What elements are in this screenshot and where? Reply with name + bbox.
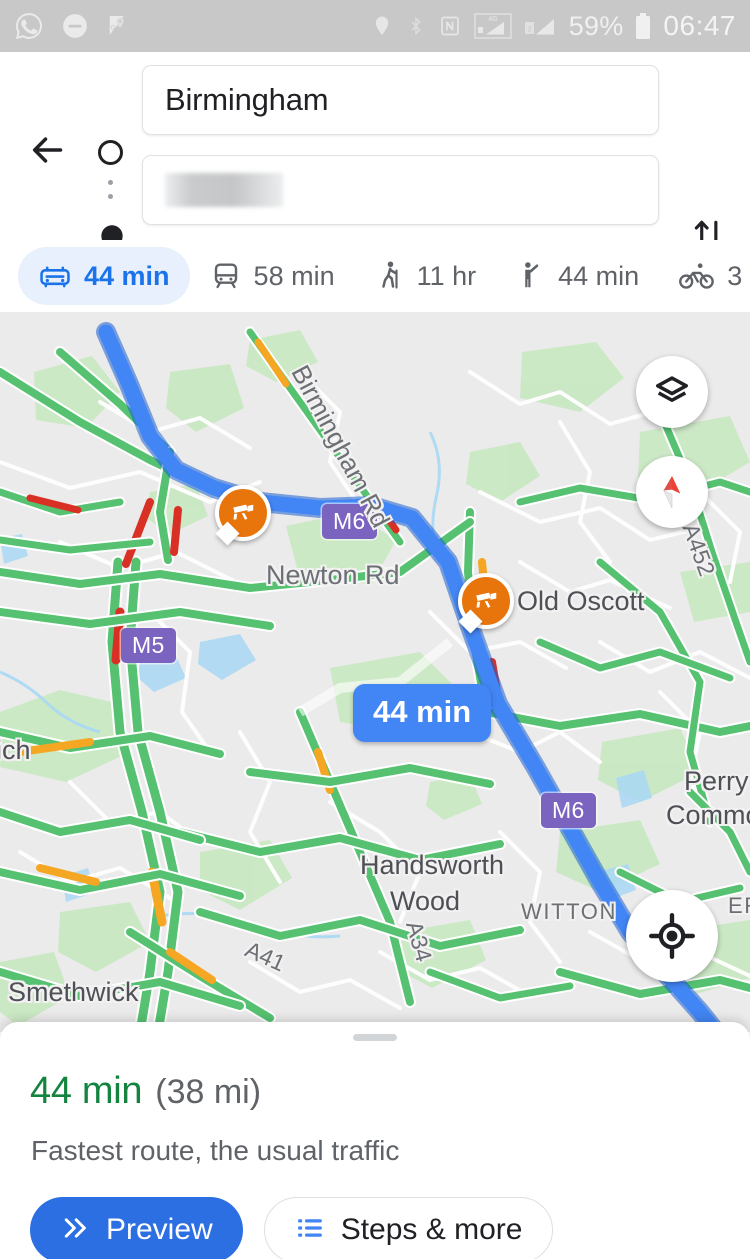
tab-walking-label: 11 hr <box>416 260 477 291</box>
preview-button[interactable]: Preview <box>30 1197 243 1259</box>
back-arrow-icon <box>28 130 68 175</box>
tab-walking[interactable]: 11 hr <box>355 246 497 306</box>
transit-icon <box>210 259 242 293</box>
tab-driving[interactable]: 44 min <box>18 247 190 305</box>
battery-icon <box>634 12 652 40</box>
destination-input[interactable] <box>142 155 659 225</box>
signal-4g-icon: 4G <box>473 12 513 40</box>
route-distance-label: (38 mi) <box>155 1073 262 1111</box>
tab-cycling[interactable]: 3 hr <box>659 248 750 304</box>
tab-rideshare-label: 44 min <box>558 260 640 291</box>
google-maps-icon: G <box>106 11 136 41</box>
steps-and-more-button[interactable]: Steps & more <box>263 1197 554 1259</box>
route-duration-label: 44 min <box>30 1070 143 1112</box>
maps-directions-screen: G 4G 2 59% 06:47 Birmingham 44 min 58 mi… <box>0 0 750 1259</box>
tab-cycling-label: 3 hr <box>727 260 750 291</box>
tab-rideshare[interactable]: 44 min <box>496 246 659 306</box>
road-shield: M5 <box>121 628 176 663</box>
status-bar-left-icons: G <box>14 11 136 41</box>
road-shield: M6 <box>322 504 377 539</box>
signal-sim2-icon: 2 <box>524 13 558 39</box>
drag-handle[interactable] <box>353 1034 397 1041</box>
map-canvas[interactable]: M6 M5 M6 Old Oscott Perry Common Handswo… <box>0 312 750 1032</box>
svg-text:2: 2 <box>527 27 531 34</box>
rideshare-icon <box>516 258 546 294</box>
route-dots-connector <box>108 180 113 199</box>
map-layers-button[interactable] <box>636 356 708 428</box>
road-shield: M6 <box>541 793 596 828</box>
nfc-icon <box>438 14 462 38</box>
whatsapp-icon <box>14 11 44 41</box>
svg-text:4G: 4G <box>488 16 497 23</box>
layers-icon <box>653 373 691 411</box>
steps-and-more-button-label: Steps & more <box>340 1213 523 1246</box>
location-icon <box>370 14 394 38</box>
double-chevron-right-icon <box>60 1213 90 1248</box>
speed-camera-marker[interactable] <box>215 485 271 546</box>
route-eta-chip[interactable]: 44 min <box>353 684 492 742</box>
my-location-button[interactable] <box>626 890 718 982</box>
origin-input[interactable]: Birmingham <box>142 65 659 135</box>
destination-redacted-value <box>165 173 283 207</box>
battery-percent-label: 59% <box>568 10 624 41</box>
tab-driving-label: 44 min <box>84 260 170 291</box>
list-icon <box>295 1213 325 1248</box>
svg-text:G: G <box>111 24 116 31</box>
bluetooth-icon <box>405 14 427 38</box>
do-not-disturb-icon <box>60 11 90 41</box>
bike-icon <box>679 260 715 292</box>
compass-button[interactable] <box>636 456 708 528</box>
back-button[interactable] <box>26 130 70 174</box>
tab-transit-label: 58 min <box>253 260 335 291</box>
route-summary-sheet: 44 min (38 mi) Fastest route, the usual … <box>0 1022 750 1259</box>
route-action-buttons: Preview Steps & more <box>30 1197 554 1259</box>
origin-circle-icon <box>98 140 123 165</box>
travel-mode-tabs: 44 min 58 min 11 hr 44 min 3 <box>0 240 750 312</box>
origin-input-value: Birmingham <box>165 82 329 117</box>
status-bar: G 4G 2 59% 06:47 <box>0 0 750 52</box>
status-bar-right-icons: 4G 2 59% 06:47 <box>370 10 736 42</box>
directions-header: Birmingham <box>0 52 750 263</box>
compass-icon <box>652 472 692 512</box>
clock-label: 06:47 <box>663 10 736 41</box>
route-description-label: Fastest route, the usual traffic <box>31 1135 400 1166</box>
speed-camera-marker[interactable] <box>458 573 514 634</box>
route-eta-summary: 44 min (38 mi) <box>30 1070 261 1113</box>
preview-button-label: Preview <box>106 1213 213 1246</box>
walk-icon <box>375 258 405 294</box>
tab-transit[interactable]: 58 min <box>190 247 355 305</box>
my-location-icon <box>648 912 696 960</box>
car-icon <box>38 259 72 293</box>
